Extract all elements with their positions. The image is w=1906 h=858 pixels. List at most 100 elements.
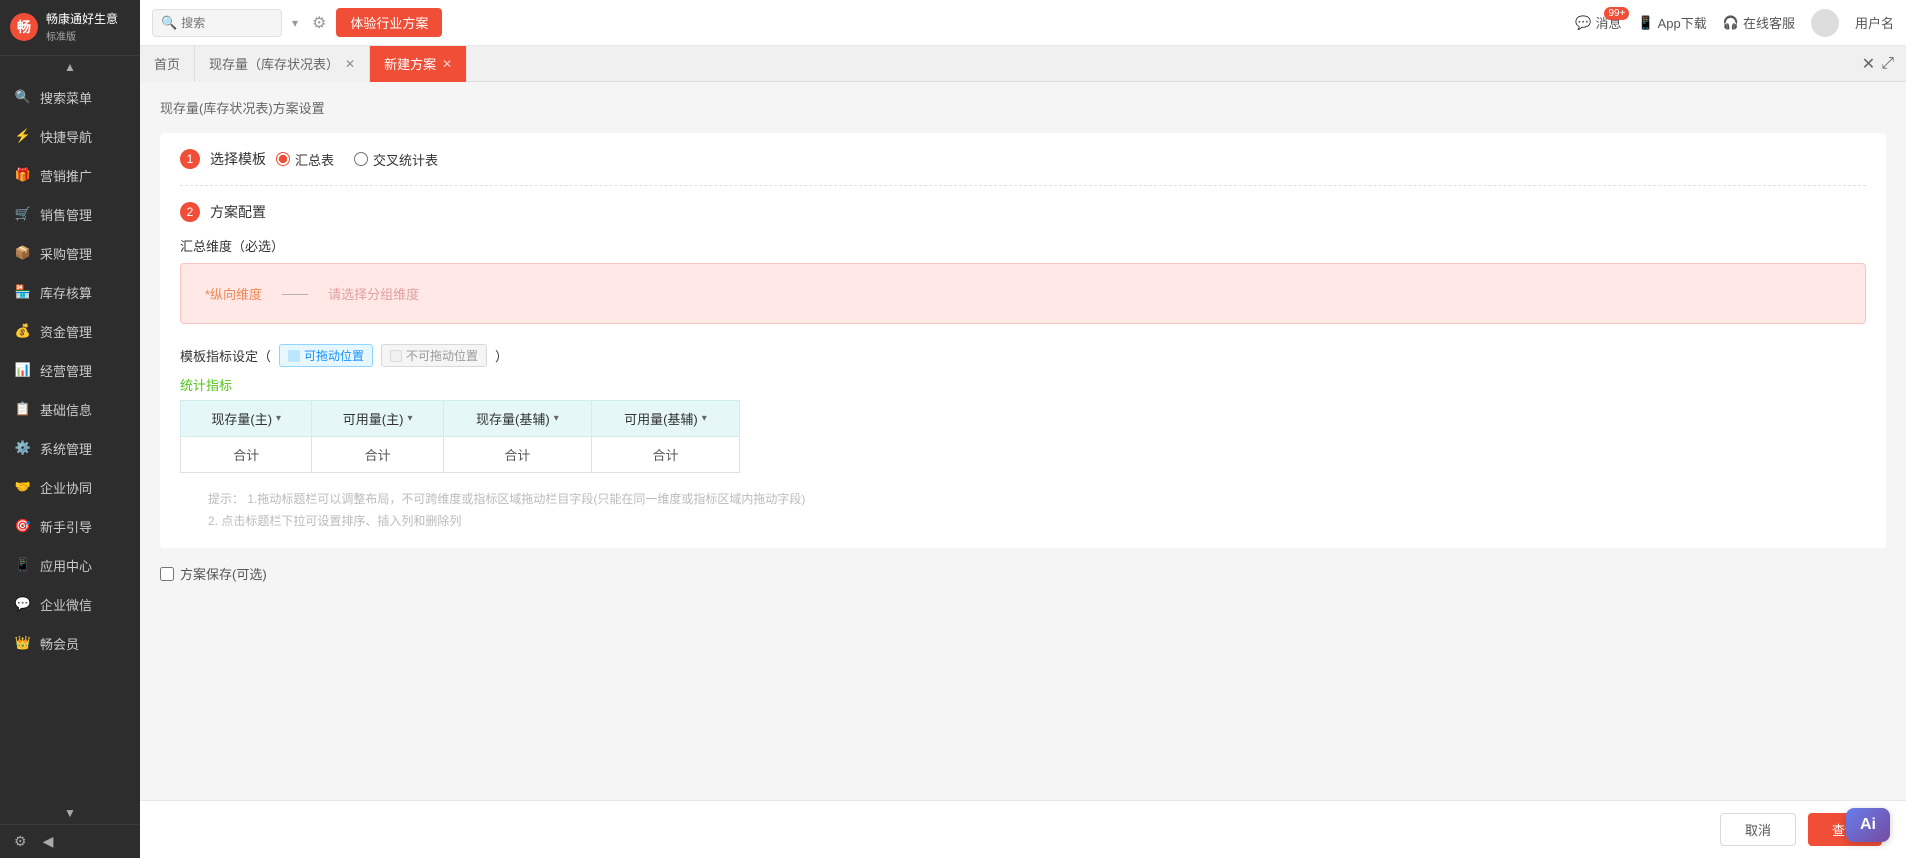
section2-num: 2 <box>180 202 200 222</box>
sidebar-scroll-down[interactable]: ▼ <box>0 802 140 824</box>
table-cell-0-3: 合计 <box>591 437 739 473</box>
inventory-icon: 🏪 <box>14 283 32 301</box>
topbar: 🔍 ▾ ⚙ 体验行业方案 💬 消息 99+ 📱 App下载 🎧 在线客服 用户名 <box>140 0 1906 46</box>
vertical-dim-label: *纵向维度 <box>205 284 262 303</box>
sidebar-item-new-guide[interactable]: 🎯 新手引导 <box>0 507 140 546</box>
sidebar-item-label: 应用中心 <box>40 556 92 575</box>
cancel-button[interactable]: 取消 <box>1720 813 1796 846</box>
sidebar-logo-text: 畅康通好生意 标准版 <box>46 12 118 43</box>
tab-bar: 首页 现存量（库存状况表） ✕ 新建方案 ✕ ✕ ⤢ <box>140 46 1906 82</box>
sidebar-item-marketing[interactable]: 🎁 营销推广 <box>0 156 140 195</box>
radio-cross-label: 交叉统计表 <box>373 150 438 169</box>
movable-badge: 可拖动位置 <box>279 344 373 367</box>
table-header-3[interactable]: 可用量(基辅) ▾ <box>591 401 739 437</box>
topbar-actions: 💬 消息 99+ 📱 App下载 🎧 在线客服 用户名 <box>1575 9 1894 37</box>
radio-summary-label: 汇总表 <box>295 150 334 169</box>
sidebar-item-enterprise-wechat[interactable]: 💬 企业微信 <box>0 585 140 624</box>
sidebar-item-operations[interactable]: 📊 经营管理 <box>0 351 140 390</box>
sidebar-item-label: 畅会员 <box>40 634 79 653</box>
sidebar-item-system[interactable]: ⚙️ 系统管理 <box>0 429 140 468</box>
sidebar-item-label: 快捷导航 <box>40 127 92 146</box>
sidebar-item-sales[interactable]: 🛒 销售管理 <box>0 195 140 234</box>
tab-inventory-close[interactable]: ✕ <box>345 57 355 71</box>
sidebar-item-label: 搜索菜单 <box>40 88 92 107</box>
sidebar-item-inventory[interactable]: 🏪 库存核算 <box>0 273 140 312</box>
th-chevron-1[interactable]: ▾ <box>407 413 412 424</box>
sidebar-item-label: 资金管理 <box>40 322 92 341</box>
sidebar-scroll-up[interactable]: ▲ <box>0 56 140 78</box>
table-header-0[interactable]: 现存量(主) ▾ <box>181 401 312 437</box>
finance-icon: 💰 <box>14 322 32 340</box>
topbar-chevron-icon[interactable]: ▾ <box>292 16 298 30</box>
non-movable-badge-rect <box>390 350 402 362</box>
tab-home[interactable]: 首页 <box>140 46 195 82</box>
enterprise-icon: 🤝 <box>14 478 32 496</box>
sidebar-item-basic-info[interactable]: 📋 基础信息 <box>0 390 140 429</box>
section-choose-template: 1 选择模板 汇总表 交叉统计表 <box>160 133 1886 548</box>
sidebar-item-enterprise[interactable]: 🤝 企业协同 <box>0 468 140 507</box>
tab-actions: ✕ ⤢ <box>1862 54 1906 74</box>
bottom-bar: 取消 查询 <box>140 800 1906 858</box>
dimension-box[interactable]: *纵向维度 —— 请选择分组维度 <box>180 263 1866 324</box>
radio-cross[interactable]: 交叉统计表 <box>354 150 438 169</box>
content-area: 首页 现存量（库存状况表） ✕ 新建方案 ✕ ✕ ⤢ 现存量(库存状况表)方案设… <box>140 46 1906 858</box>
app-download-btn[interactable]: 📱 App下载 <box>1637 13 1706 32</box>
tab-inventory-label: 现存量（库存状况表） <box>209 54 339 73</box>
table-row: 合计 合计 合计 合计 <box>181 437 740 473</box>
topbar-gear-icon[interactable]: ⚙ <box>312 13 326 33</box>
non-movable-badge: 不可拖动位置 <box>381 344 487 367</box>
dim-placeholder[interactable]: 请选择分组维度 <box>328 284 419 303</box>
collapse-footer-btn[interactable]: ◀ <box>43 833 54 850</box>
tab-new-plan[interactable]: 新建方案 ✕ <box>370 46 467 82</box>
th-chevron-3[interactable]: ▾ <box>702 413 707 424</box>
table-header-1[interactable]: 可用量(主) ▾ <box>312 401 443 437</box>
radio-cross-input[interactable] <box>354 152 368 166</box>
section1-title: 选择模板 <box>210 149 266 169</box>
sidebar-item-label: 企业微信 <box>40 595 92 614</box>
search-icon: 🔍 <box>161 15 177 31</box>
th-chevron-0[interactable]: ▾ <box>276 413 281 424</box>
radio-summary[interactable]: 汇总表 <box>276 150 334 169</box>
user-avatar[interactable] <box>1811 9 1839 37</box>
sidebar-item-purchase[interactable]: 📦 采购管理 <box>0 234 140 273</box>
save-checkbox[interactable] <box>160 567 174 581</box>
sidebar-item-member[interactable]: 👑 畅会员 <box>0 624 140 663</box>
tab-new-plan-close[interactable]: ✕ <box>442 57 452 71</box>
system-icon: ⚙️ <box>14 439 32 457</box>
marketing-icon: 🎁 <box>14 166 32 184</box>
sidebar-item-search[interactable]: 🔍 搜索菜单 <box>0 78 140 117</box>
sidebar-item-app-center[interactable]: 📱 应用中心 <box>0 546 140 585</box>
search-icon: 🔍 <box>14 88 32 106</box>
sidebar-item-label: 企业协同 <box>40 478 92 497</box>
message-icon: 💬 <box>1575 15 1591 31</box>
radio-summary-input[interactable] <box>276 152 290 166</box>
tab-inventory[interactable]: 现存量（库存状况表） ✕ <box>195 46 370 82</box>
messages-badge: 99+ <box>1604 7 1629 20</box>
messages-btn[interactable]: 💬 消息 99+ <box>1575 13 1621 32</box>
ai-button[interactable]: Ai <box>1846 808 1890 842</box>
table-header-2[interactable]: 现存量(基辅) ▾ <box>443 401 591 437</box>
th-label-3: 可用量(基辅) <box>624 409 698 428</box>
sidebar-item-quick-nav[interactable]: ⚡ 快捷导航 <box>0 117 140 156</box>
sidebar-logo: 畅 畅康通好生意 标准版 <box>0 0 140 56</box>
template-radio-group: 汇总表 交叉统计表 <box>276 150 438 169</box>
tab-close-btn[interactable]: ✕ <box>1862 54 1875 74</box>
username-label[interactable]: 用户名 <box>1855 13 1894 32</box>
trial-btn[interactable]: 体验行业方案 <box>336 8 442 37</box>
topbar-search-box[interactable]: 🔍 <box>152 9 282 37</box>
dim-dash: —— <box>282 286 308 301</box>
summary-dim-label: 汇总维度（必选） <box>180 236 1866 255</box>
tab-expand-btn[interactable]: ⤢ <box>1881 55 1894 73</box>
movable-badge-rect <box>288 350 300 362</box>
page-body: 现存量(库存状况表)方案设置 1 选择模板 汇总表 交叉统计表 <box>140 82 1906 858</box>
online-service-btn[interactable]: 🎧 在线客服 <box>1723 13 1795 32</box>
stat-label: 统计指标 <box>180 375 1866 394</box>
th-chevron-2[interactable]: ▾ <box>554 413 559 424</box>
section-plan-config: 2 方案配置 汇总维度（必选） *纵向维度 —— 请选择分组维度 <box>180 202 1866 532</box>
section2-title: 方案配置 <box>210 202 266 222</box>
sidebar-item-finance[interactable]: 💰 资金管理 <box>0 312 140 351</box>
purchase-icon: 📦 <box>14 244 32 262</box>
tip-2: 2. 点击标题栏下拉可设置排序、插入列和删除列 <box>180 511 1866 533</box>
settings-footer-btn[interactable]: ⚙ <box>14 833 27 850</box>
search-input[interactable] <box>181 16 271 30</box>
